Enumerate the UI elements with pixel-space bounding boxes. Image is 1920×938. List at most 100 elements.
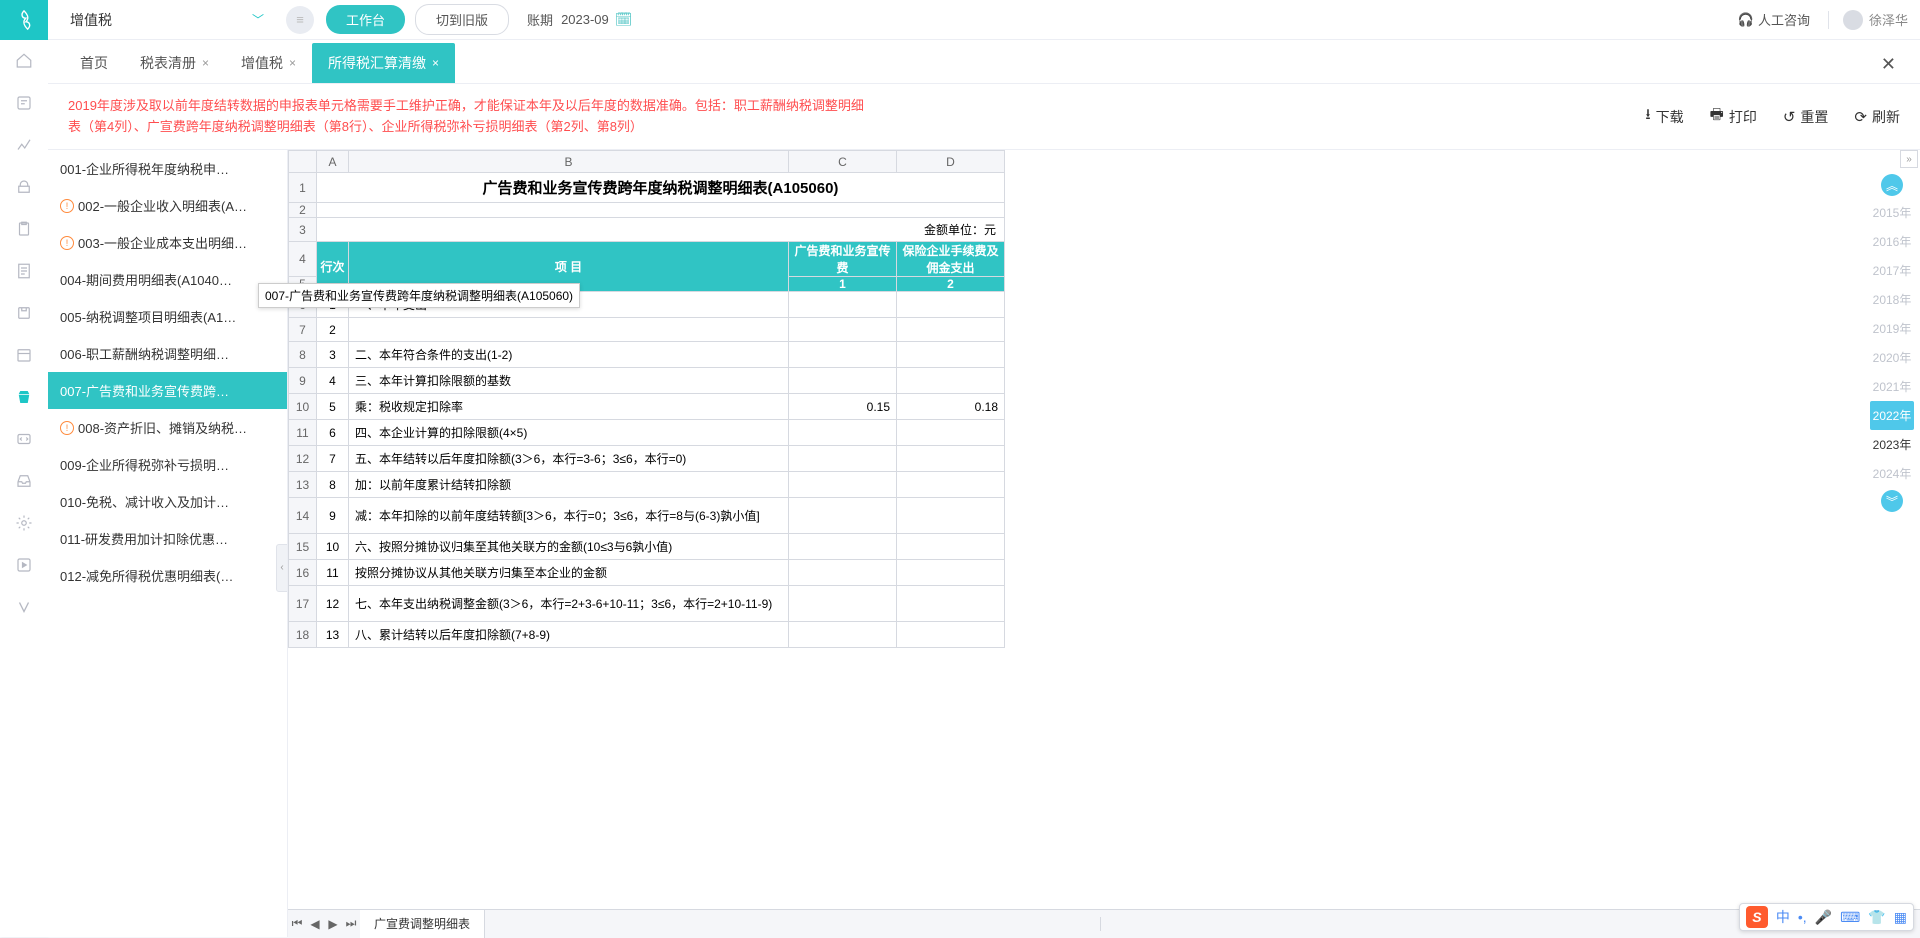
app-logo[interactable]: [0, 0, 48, 40]
chevron-down-icon: ﹀: [252, 11, 264, 28]
tab-所得税汇算清缴[interactable]: 所得税汇算清缴×: [312, 43, 455, 83]
sheet-nav-next[interactable]: ▶: [324, 917, 342, 931]
item-cell[interactable]: 七、本年支出纳税调整金额(3＞6，本行=2+3-6+10-11；3≤6，本行=2…: [349, 586, 789, 622]
col-header[interactable]: B: [349, 151, 789, 173]
year-scroll-up-icon[interactable]: ︽: [1881, 174, 1903, 196]
tab-增值税[interactable]: 增值税×: [225, 43, 312, 83]
item-cell[interactable]: 四、本企业计算的扣除限额(4×5): [349, 420, 789, 446]
item-cell[interactable]: 三、本年计算扣除限额的基数: [349, 368, 789, 394]
avatar-icon: [1843, 10, 1863, 30]
item-cell[interactable]: 加：以前年度累计结转扣除额: [349, 472, 789, 498]
nav-settings-icon[interactable]: [0, 502, 48, 544]
sheet-nav-first[interactable]: ⏮: [288, 916, 306, 931]
form-list-item[interactable]: 011-研发费用加计扣除优惠…: [48, 520, 287, 557]
sidebar-collapse-handle[interactable]: ‹: [276, 544, 288, 592]
user-menu[interactable]: 徐泽华: [1843, 10, 1908, 30]
item-cell[interactable]: 二、本年符合条件的支出(1-2): [349, 342, 789, 368]
form-list-item[interactable]: 005-纳税调整项目明细表(A1…: [48, 298, 287, 335]
close-all-tabs-icon[interactable]: ✕: [1873, 46, 1904, 83]
period-picker[interactable]: 2023-09 🗓: [561, 11, 633, 28]
spreadsheet[interactable]: ABCD1广告费和业务宣传费跨年度纳税调整明细表(A105060)23金额单位：…: [288, 150, 1920, 909]
support-link[interactable]: 🎧 人工咨询: [1738, 10, 1810, 29]
form-list-item[interactable]: 012-减免所得税优惠明细表(…: [48, 557, 287, 594]
sheet-title[interactable]: 广告费和业务宣传费跨年度纳税调整明细表(A105060): [317, 173, 1005, 203]
tab-税表清册[interactable]: 税表清册×: [124, 43, 225, 83]
year-option[interactable]: 2016年: [1870, 227, 1914, 256]
year-scroll-down-icon[interactable]: ︾: [1881, 490, 1903, 512]
item-cell[interactable]: [349, 318, 789, 342]
ime-lang[interactable]: 中: [1776, 907, 1790, 927]
nav-v-icon[interactable]: [0, 586, 48, 628]
ime-toolbox-icon[interactable]: ▦: [1894, 909, 1907, 926]
year-option[interactable]: 2019年: [1870, 314, 1914, 343]
nav-ledger-icon[interactable]: [0, 82, 48, 124]
nav-transfer-icon[interactable]: [0, 418, 48, 460]
year-option[interactable]: 2023年: [1870, 430, 1914, 459]
form-list-item[interactable]: 009-企业所得税弥补亏损明…: [48, 446, 287, 483]
nav-report-icon[interactable]: [0, 124, 48, 166]
item-cell[interactable]: 减：本年扣除的以前年度结转额[3＞6，本行=0；3≤6，本行=8与(6-3)孰小…: [349, 498, 789, 534]
form-list-item[interactable]: 006-职工薪酬纳税调整明细…: [48, 335, 287, 372]
switch-old-button[interactable]: 切到旧版: [415, 4, 509, 35]
nav-template-icon[interactable]: [0, 292, 48, 334]
year-option[interactable]: 2017年: [1870, 256, 1914, 285]
nav-calendar-icon[interactable]: [0, 334, 48, 376]
nav-money-icon[interactable]: [0, 166, 48, 208]
warning-badge-icon: !: [60, 199, 74, 213]
form-list-item[interactable]: 001-企业所得税年度纳税申…: [48, 150, 287, 187]
nav-tax-icon[interactable]: [0, 376, 48, 418]
form-list-item[interactable]: 004-期间费用明细表(A1040…: [48, 261, 287, 298]
ime-keyboard-icon[interactable]: ⌨: [1840, 909, 1860, 926]
item-cell[interactable]: 五、本年结转以后年度扣除额(3＞6，本行=3-6；3≤6，本行=0): [349, 446, 789, 472]
context-dropdown-label: 增值税: [70, 10, 112, 30]
nav-home-icon[interactable]: [0, 40, 48, 82]
refresh-button[interactable]: ⟳刷新: [1854, 107, 1900, 127]
ime-punct-icon[interactable]: •,: [1798, 909, 1807, 925]
nav-play-icon[interactable]: [0, 544, 48, 586]
nav-doc-icon[interactable]: [0, 250, 48, 292]
headset-icon: 🎧: [1738, 12, 1754, 28]
item-cell[interactable]: 六、按照分摊协议归集至其他关联方的金额(10≤3与6孰小值): [349, 534, 789, 560]
col-header[interactable]: D: [897, 151, 1005, 173]
year-option[interactable]: 2022年: [1870, 401, 1914, 430]
workbench-button[interactable]: 工作台: [326, 5, 405, 34]
download-button[interactable]: ⭳下载: [1645, 104, 1683, 129]
ime-toolbar[interactable]: S 中 •, 🎤 ⌨ 👕 ▦: [1739, 903, 1914, 931]
nav-inbox-icon[interactable]: [0, 460, 48, 502]
sheet-tab[interactable]: 广宣费调整明细表: [360, 910, 485, 938]
form-list-sidebar: 001-企业所得税年度纳税申…!002-一般企业收入明细表(A…!003-一般企…: [48, 150, 288, 937]
collapse-context-icon[interactable]: ≡: [286, 6, 314, 34]
tab-close-icon[interactable]: ×: [432, 56, 439, 70]
form-list-item[interactable]: 010-免税、减计收入及加计…: [48, 483, 287, 520]
tab-首页[interactable]: 首页: [64, 43, 124, 83]
unit-label[interactable]: 金额单位：元: [317, 218, 1005, 242]
ime-skin-icon[interactable]: 👕: [1868, 909, 1885, 926]
nav-clipboard-icon[interactable]: [0, 208, 48, 250]
year-option[interactable]: 2015年: [1870, 198, 1914, 227]
ime-voice-icon[interactable]: 🎤: [1815, 909, 1832, 926]
year-option[interactable]: 2024年: [1870, 459, 1914, 488]
form-list-item[interactable]: !003-一般企业成本支出明细…: [48, 224, 287, 261]
tab-close-icon[interactable]: ×: [289, 56, 296, 70]
form-list-item[interactable]: !002-一般企业收入明细表(A…: [48, 187, 287, 224]
tab-close-icon[interactable]: ×: [202, 56, 209, 70]
item-cell[interactable]: 乘：税收规定扣除率: [349, 394, 789, 420]
warning-text: 2019年度涉及取以前年度结转数据的申报表单元格需要手工维护正确，才能保证本年及…: [68, 96, 868, 138]
item-cell[interactable]: 按照分摊协议从其他关联方归集至本企业的金额: [349, 560, 789, 586]
form-list-item[interactable]: !008-资产折旧、摊销及纳税…: [48, 409, 287, 446]
print-button[interactable]: 🖶打印: [1710, 104, 1757, 129]
context-dropdown[interactable]: 增值税 ﹀: [60, 10, 274, 30]
warning-badge-icon: !: [60, 421, 74, 435]
year-option[interactable]: 2018年: [1870, 285, 1914, 314]
col-header[interactable]: C: [789, 151, 897, 173]
item-cell[interactable]: 八、累计结转以后年度扣除额(7+8-9): [349, 622, 789, 648]
sheet-nav-prev[interactable]: ◀: [306, 917, 324, 931]
col-header[interactable]: A: [317, 151, 349, 173]
expand-right-icon[interactable]: »: [1900, 150, 1918, 168]
period-label: 账期: [527, 10, 553, 29]
year-option[interactable]: 2021年: [1870, 372, 1914, 401]
sheet-nav-last[interactable]: ⏭: [342, 916, 360, 931]
year-option[interactable]: 2020年: [1870, 343, 1914, 372]
reset-button[interactable]: ↺重置: [1783, 107, 1829, 127]
form-list-item[interactable]: 007-广告费和业务宣传费跨…: [48, 372, 287, 409]
